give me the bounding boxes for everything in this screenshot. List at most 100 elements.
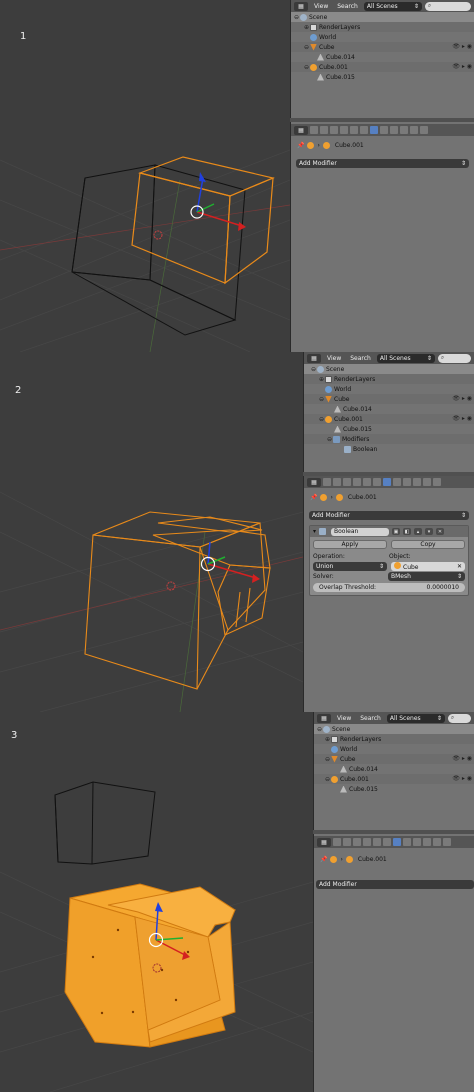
material-tab-icon[interactable] xyxy=(403,478,411,486)
tree-item-cube-015[interactable]: Cube.015 xyxy=(314,784,474,794)
copy-button[interactable]: Copy xyxy=(391,540,465,549)
search-menu[interactable]: Search xyxy=(347,355,374,362)
editor-type-button[interactable]: ▦ xyxy=(294,125,308,135)
material-tab-icon[interactable] xyxy=(413,838,421,846)
collapse-icon[interactable]: ⊖ xyxy=(318,416,325,423)
object-tab-icon[interactable] xyxy=(363,478,371,486)
add-modifier-dropdown[interactable]: Add Modifier ⇕ xyxy=(309,511,469,520)
object-tab-icon[interactable] xyxy=(350,126,358,134)
collapse-icon[interactable]: ⊖ xyxy=(316,726,323,733)
tree-item-cube[interactable]: ⊖ Cube 👁 ▸ ◉ xyxy=(304,394,474,404)
editor-type-button[interactable]: ▦ xyxy=(307,353,321,363)
viewport-toggle-icon[interactable]: ◧ xyxy=(403,528,412,535)
cube-001-wireframe[interactable] xyxy=(84,511,271,690)
view-menu[interactable]: View xyxy=(311,3,331,10)
particles-tab-icon[interactable] xyxy=(410,126,418,134)
data-tab-icon[interactable] xyxy=(393,478,401,486)
editor-type-button[interactable]: ▦ xyxy=(294,1,308,11)
clear-icon[interactable]: ✕ xyxy=(457,563,462,570)
tree-item-scene[interactable]: ⊖ Scene xyxy=(314,724,474,734)
display-mode-dropdown[interactable]: All Scenes ⇕ xyxy=(363,1,422,11)
constraints-tab-icon[interactable] xyxy=(360,126,368,134)
collapse-icon[interactable]: ⊖ xyxy=(303,44,310,51)
search-input[interactable]: ⌕ xyxy=(424,1,471,11)
material-tab-icon[interactable] xyxy=(390,126,398,134)
visibility-toggles[interactable]: 👁 ▸ ◉ xyxy=(452,755,472,762)
physics-tab-icon[interactable] xyxy=(443,838,451,846)
data-tab-icon[interactable] xyxy=(380,126,388,134)
tree-item-boolean[interactable]: Boolean xyxy=(304,444,474,454)
collapse-icon[interactable]: ⊖ xyxy=(293,14,300,21)
collapse-icon[interactable]: ⊖ xyxy=(310,366,317,373)
tree-item-cube-015[interactable]: Cube.015 xyxy=(291,72,474,82)
constraints-tab-icon[interactable] xyxy=(383,838,391,846)
collapse-icon[interactable]: ⊖ xyxy=(318,396,325,403)
world-tab-icon[interactable] xyxy=(353,478,361,486)
render-tab-icon[interactable] xyxy=(333,838,341,846)
object-tab-icon[interactable] xyxy=(373,838,381,846)
3d-viewport[interactable]: 3 xyxy=(0,712,313,1092)
render-tab-icon[interactable] xyxy=(310,126,318,134)
search-menu[interactable]: Search xyxy=(357,715,384,722)
tree-item-cube[interactable]: ⊖ Cube 👁 ▸ ◉ xyxy=(314,754,474,764)
collapse-icon[interactable]: ⊖ xyxy=(324,776,331,783)
search-input[interactable]: ⌕ xyxy=(437,353,471,363)
tree-item-cube-014[interactable]: Cube.014 xyxy=(291,52,474,62)
tree-item-scene[interactable]: ⊖ Scene xyxy=(304,364,474,374)
physics-tab-icon[interactable] xyxy=(420,126,428,134)
tree-item-scene[interactable]: ⊖ Scene xyxy=(291,12,474,22)
editor-type-button[interactable]: ▦ xyxy=(317,837,331,847)
data-tab-icon[interactable] xyxy=(403,838,411,846)
overlap-threshold-field[interactable]: Overlap Threshold: 0.0000010 xyxy=(313,583,465,592)
physics-tab-icon[interactable] xyxy=(433,478,441,486)
render-tab-icon[interactable] xyxy=(323,478,331,486)
render-layers-tab-icon[interactable] xyxy=(333,478,341,486)
pin-icon[interactable]: 📌 xyxy=(297,142,304,149)
tree-item-cube-001[interactable]: ⊖ Cube.001 👁 ▸ ◉ xyxy=(304,414,474,424)
3d-viewport[interactable]: 1 xyxy=(0,0,290,352)
search-input[interactable]: ⌕ xyxy=(447,713,471,723)
modifiers-tab-icon[interactable] xyxy=(370,126,378,134)
solver-dropdown[interactable]: BMesh ⇕ xyxy=(388,571,465,581)
move-down-icon[interactable]: ▾ xyxy=(425,528,434,535)
modifiers-tab-icon[interactable] xyxy=(383,478,391,486)
close-icon[interactable]: ✕ xyxy=(436,528,445,535)
operation-dropdown[interactable]: Union ⇕ xyxy=(313,561,387,571)
scene-tab-icon[interactable] xyxy=(353,838,361,846)
visibility-toggles[interactable]: 👁 ▸ ◉ xyxy=(452,395,472,402)
texture-tab-icon[interactable] xyxy=(423,838,431,846)
x-axis-gizmo[interactable] xyxy=(196,211,243,227)
render-toggle-icon[interactable]: ▣ xyxy=(392,528,401,535)
tree-item-cube[interactable]: ⊖ Cube 👁 ▸ ◉ xyxy=(291,42,474,52)
tree-item-world[interactable]: World xyxy=(304,384,474,394)
tree-item-modifiers[interactable]: ⊖ Modifiers xyxy=(304,434,474,444)
y-axis-gizmo[interactable] xyxy=(196,203,215,213)
world-tab-icon[interactable] xyxy=(363,838,371,846)
render-layers-tab-icon[interactable] xyxy=(320,126,328,134)
collapse-icon[interactable]: ⊖ xyxy=(326,436,333,443)
search-menu[interactable]: Search xyxy=(334,3,361,10)
tree-item-cube-014[interactable]: Cube.014 xyxy=(304,404,474,414)
expand-icon[interactable]: ⊕ xyxy=(324,736,331,743)
tree-item-renderlayers[interactable]: ⊕ RenderLayers xyxy=(304,374,474,384)
world-tab-icon[interactable] xyxy=(340,126,348,134)
object-field[interactable]: Cube ✕ xyxy=(391,561,465,571)
view-menu[interactable]: View xyxy=(324,355,344,362)
collapse-icon[interactable]: ⊖ xyxy=(303,64,310,71)
cube-001-wireframe[interactable] xyxy=(131,156,275,285)
scene-tab-icon[interactable] xyxy=(343,478,351,486)
tree-item-world[interactable]: World xyxy=(314,744,474,754)
visibility-toggles[interactable]: 👁 ▸ ◉ xyxy=(452,63,472,70)
visibility-toggles[interactable]: 👁 ▸ ◉ xyxy=(452,775,472,782)
display-mode-dropdown[interactable]: All Scenes ⇕ xyxy=(376,353,435,363)
pin-icon[interactable]: 📌 xyxy=(310,494,317,501)
constraints-tab-icon[interactable] xyxy=(373,478,381,486)
texture-tab-icon[interactable] xyxy=(400,126,408,134)
tree-item-cube-015[interactable]: Cube.015 xyxy=(304,424,474,434)
tree-item-world[interactable]: World xyxy=(291,32,474,42)
add-modifier-dropdown[interactable]: Add Modifier ⇕ xyxy=(296,159,469,168)
tree-item-cube-001[interactable]: ⊖ Cube.001 👁 ▸ ◉ xyxy=(314,774,474,784)
collapse-icon[interactable]: ⊖ xyxy=(324,756,331,763)
tree-item-cube-001[interactable]: ⊖ Cube.001 👁 ▸ ◉ xyxy=(291,62,474,72)
expand-icon[interactable]: ⊕ xyxy=(318,376,325,383)
